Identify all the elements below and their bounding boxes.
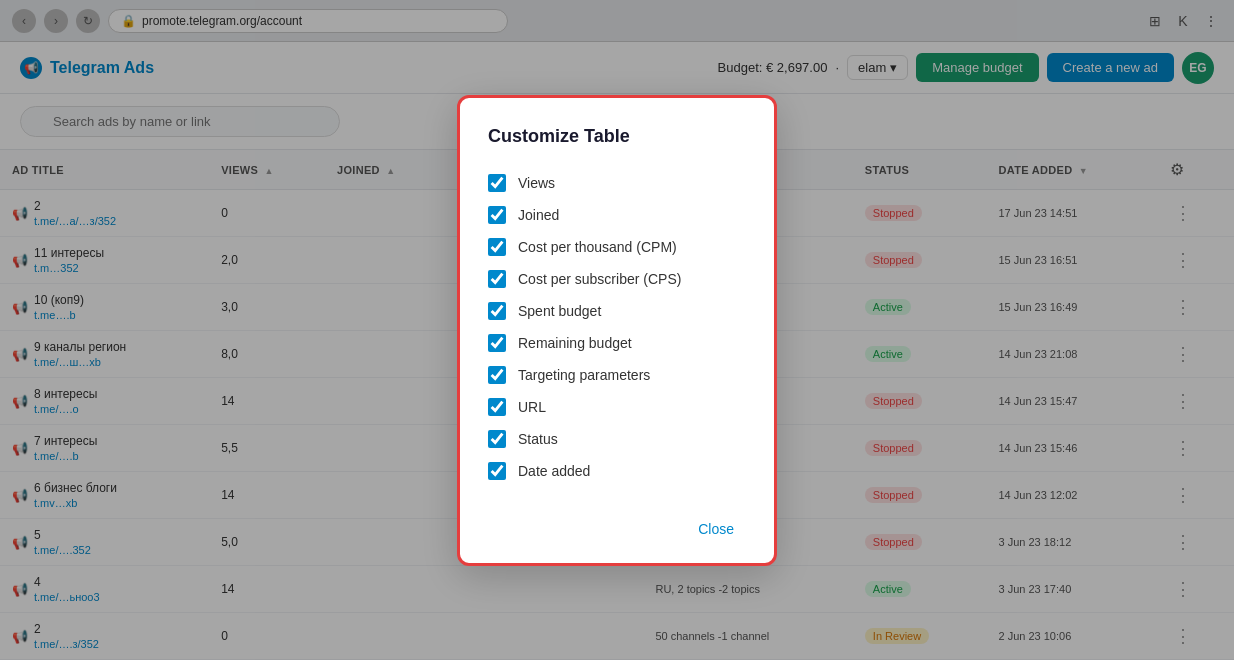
checkbox-views[interactable] [488,174,506,192]
checkbox-item-spent[interactable]: Spent budget [488,295,746,327]
customize-table-modal: Customize Table Views Joined Cost per th… [457,95,777,566]
modal-footer: Close [488,503,746,543]
checkbox-label-url: URL [518,399,546,415]
checkbox-item-date_added[interactable]: Date added [488,455,746,487]
checkbox-item-cpm[interactable]: Cost per thousand (CPM) [488,231,746,263]
checkbox-label-cps: Cost per subscriber (CPS) [518,271,681,287]
checkbox-spent[interactable] [488,302,506,320]
checkbox-item-remaining[interactable]: Remaining budget [488,327,746,359]
checkbox-label-joined: Joined [518,207,559,223]
checkbox-label-cpm: Cost per thousand (CPM) [518,239,677,255]
checkbox-label-spent: Spent budget [518,303,601,319]
modal-title: Customize Table [488,126,746,147]
checkbox-item-views[interactable]: Views [488,167,746,199]
close-button[interactable]: Close [686,515,746,543]
checkbox-item-cps[interactable]: Cost per subscriber (CPS) [488,263,746,295]
modal-overlay[interactable]: Customize Table Views Joined Cost per th… [0,0,1234,660]
checkbox-targeting[interactable] [488,366,506,384]
checkbox-status[interactable] [488,430,506,448]
checkbox-label-status: Status [518,431,558,447]
checkbox-date_added[interactable] [488,462,506,480]
checkbox-item-targeting[interactable]: Targeting parameters [488,359,746,391]
checkbox-label-targeting: Targeting parameters [518,367,650,383]
checkbox-item-url[interactable]: URL [488,391,746,423]
checkbox-item-status[interactable]: Status [488,423,746,455]
modal-checkboxes: Views Joined Cost per thousand (CPM) Cos… [488,167,746,487]
checkbox-label-views: Views [518,175,555,191]
checkbox-item-joined[interactable]: Joined [488,199,746,231]
checkbox-label-remaining: Remaining budget [518,335,632,351]
checkbox-cpm[interactable] [488,238,506,256]
checkbox-remaining[interactable] [488,334,506,352]
checkbox-joined[interactable] [488,206,506,224]
checkbox-cps[interactable] [488,270,506,288]
checkbox-url[interactable] [488,398,506,416]
checkbox-label-date_added: Date added [518,463,590,479]
